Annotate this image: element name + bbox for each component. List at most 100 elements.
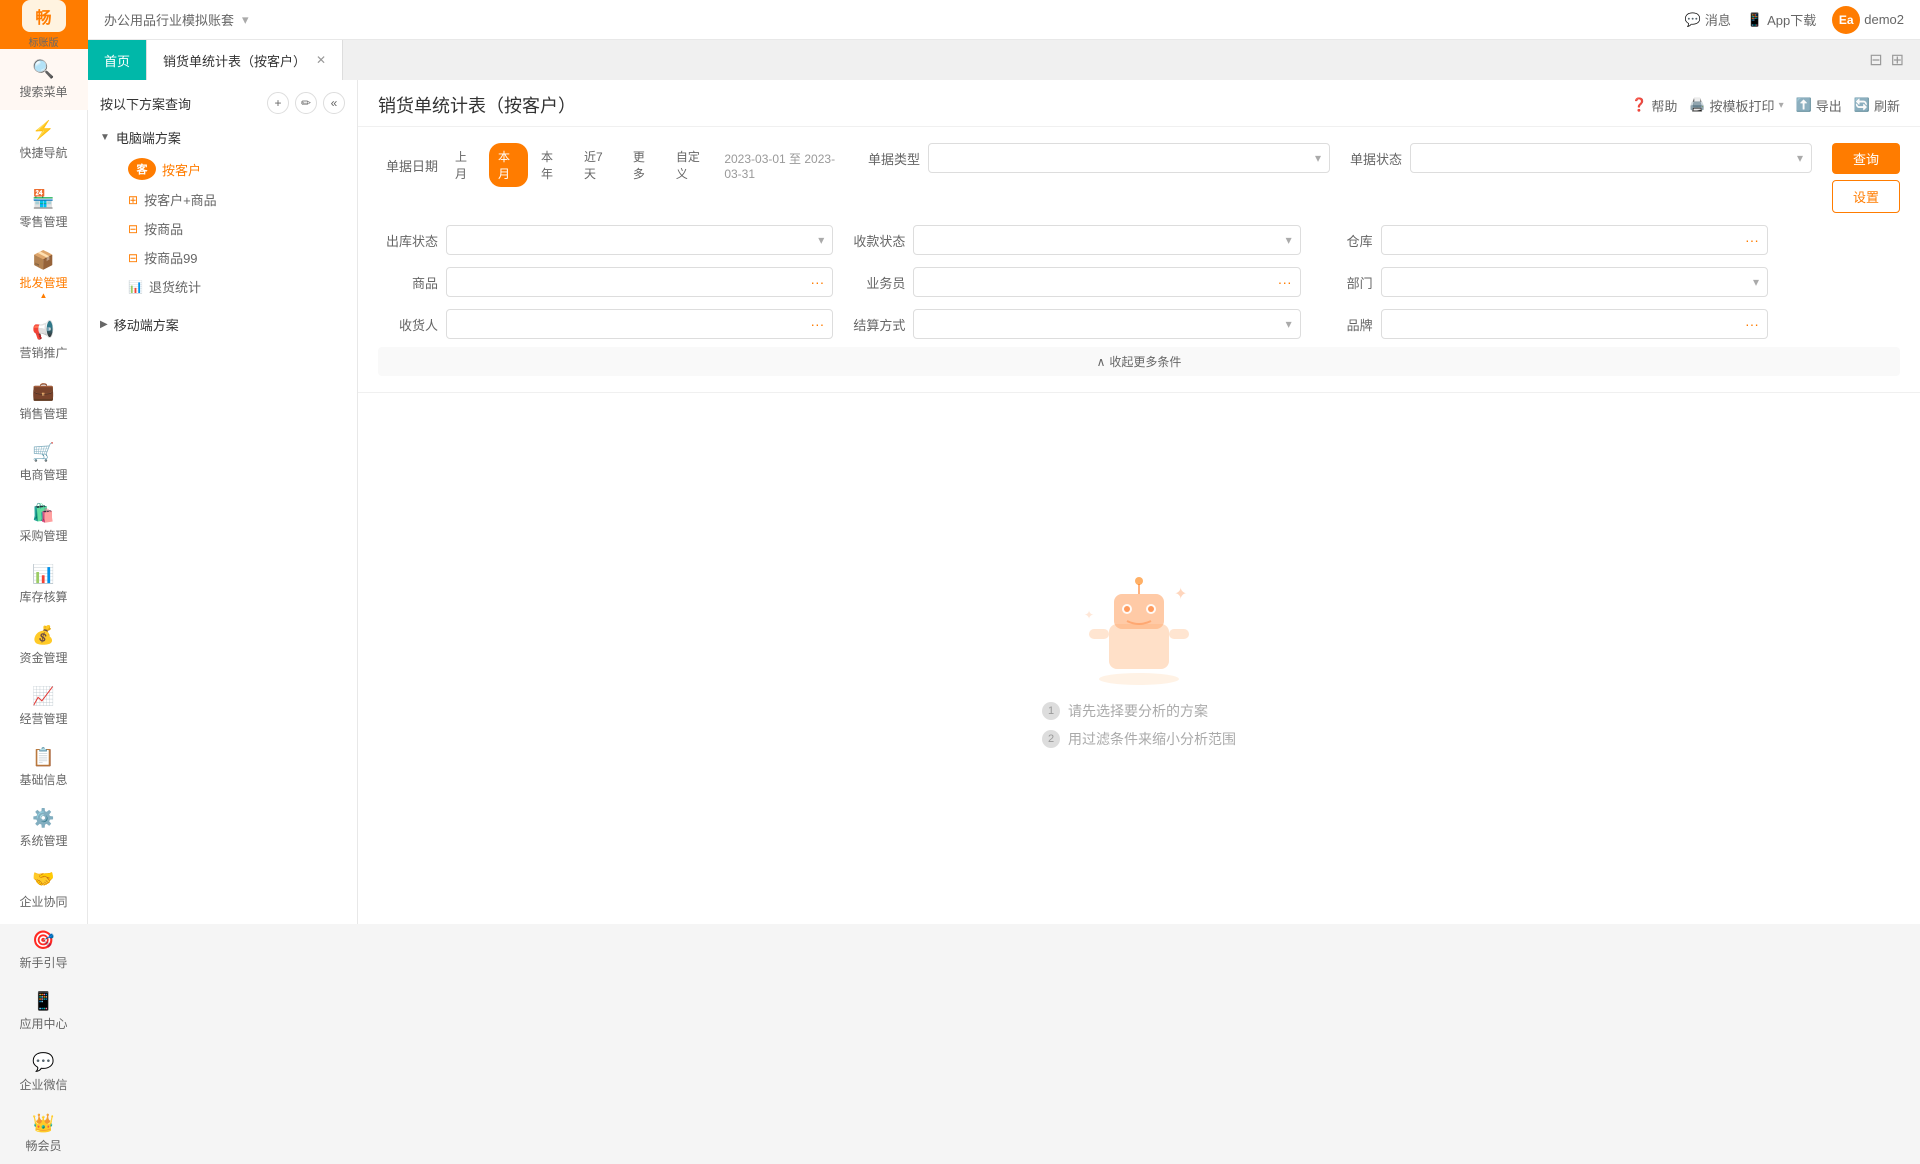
- brand-dots[interactable]: ···: [1745, 316, 1759, 332]
- app-download-btn[interactable]: 📱 App下载: [1747, 10, 1816, 29]
- date-btn-last-month[interactable]: 上月: [446, 143, 485, 187]
- out-status-chevron: ▾: [818, 233, 824, 247]
- add-scheme-btn[interactable]: +: [267, 92, 289, 114]
- sidebar-item-app-center-label: 应用中心: [19, 1015, 67, 1032]
- sidebar-item-purchase[interactable]: 🛍️ 采购管理: [0, 493, 88, 554]
- sidebar-item-cooperation[interactable]: 🤝 企业协同: [0, 859, 88, 920]
- edit-scheme-btn[interactable]: ✏: [295, 92, 317, 114]
- date-btn-more[interactable]: 更多: [624, 143, 663, 187]
- tree-item-by-customer[interactable]: 客 按客户: [100, 153, 345, 185]
- empty-state: ✦ ✦ 1 请先选择要分析的方案 2 用过滤条件来缩小分析范围: [358, 393, 1920, 924]
- goods-select[interactable]: ···: [446, 267, 833, 297]
- salesperson-dots[interactable]: ···: [1278, 274, 1292, 290]
- brand-select[interactable]: ···: [1381, 309, 1768, 339]
- tree-item-return-stats-label: 退货统计: [149, 277, 201, 296]
- tab-bar: 首页 销货单统计表（按客户） ✕ ⊟ ⊞: [88, 40, 1920, 80]
- date-btn-this-year[interactable]: 本年: [532, 143, 571, 187]
- by-customer-goods-icon: ⊞: [128, 193, 138, 207]
- sidebar-item-operations[interactable]: 📈 经营管理: [0, 676, 88, 737]
- warehouse-dots[interactable]: ···: [1745, 232, 1759, 248]
- settlement-select[interactable]: ▾: [913, 309, 1300, 339]
- sidebar-item-retail-label: 零售管理: [19, 213, 67, 230]
- message-btn[interactable]: 💬 消息: [1685, 10, 1731, 29]
- query-btn[interactable]: 查询: [1832, 143, 1900, 174]
- refresh-icon: 🔄: [1854, 97, 1870, 113]
- goods-dots[interactable]: ···: [810, 274, 824, 290]
- sidebar-item-ecommerce[interactable]: 🛒 电商管理: [0, 432, 88, 493]
- salesperson-filter: 业务员 ···: [845, 267, 1300, 297]
- export-btn[interactable]: ⬆️ 导出: [1796, 96, 1842, 115]
- tab-sales-stats[interactable]: 销货单统计表（按客户） ✕: [147, 40, 343, 80]
- sidebar-item-search[interactable]: 🔍 搜索菜单: [0, 49, 88, 110]
- refresh-btn[interactable]: 🔄 刷新: [1854, 96, 1900, 115]
- tree-desktop-parent[interactable]: ▼ 电脑端方案: [100, 122, 345, 153]
- tab-home[interactable]: 首页: [88, 40, 147, 80]
- order-status-chevron: ▾: [1797, 151, 1803, 165]
- export-icon: ⬆️: [1796, 97, 1812, 113]
- date-btn-custom[interactable]: 自定义: [667, 143, 717, 187]
- search-icon: 🔍: [32, 59, 54, 80]
- sidebar-item-new-guide-label: 新手引导: [19, 954, 67, 971]
- app-logo[interactable]: 畅 标账版: [0, 0, 88, 49]
- receive-status-label: 收款状态: [845, 231, 905, 250]
- sidebar-item-new-guide[interactable]: 🎯 新手引导: [0, 920, 88, 981]
- filter-row-3: 商品 ··· 业务员 ··· 部门: [378, 267, 1900, 297]
- sidebar-item-cooperation-label: 企业协同: [19, 893, 67, 910]
- sidebar-item-enterprise-wechat[interactable]: 💬 企业微信: [0, 1042, 88, 1103]
- filter-row-4: 收货人 ··· 结算方式 ▾ 品牌: [378, 309, 1900, 339]
- settings-btn[interactable]: 设置: [1832, 180, 1900, 213]
- sidebar-item-quick-nav-label: 快捷导航: [19, 144, 67, 161]
- date-btn-this-month[interactable]: 本月: [489, 143, 528, 187]
- user-area[interactable]: Ea demo2: [1832, 6, 1904, 34]
- sidebar-item-app-center[interactable]: 📱 应用中心: [0, 981, 88, 1042]
- receiver-dots[interactable]: ···: [810, 316, 824, 332]
- minimize-icon[interactable]: ⊟: [1869, 50, 1882, 70]
- operations-icon: 📈: [32, 686, 54, 707]
- maximize-icon[interactable]: ⊞: [1891, 50, 1904, 70]
- collapse-more-conditions-btn[interactable]: ∧ 收起更多条件: [378, 347, 1900, 376]
- sidebar-item-basic-info[interactable]: 📋 基础信息: [0, 737, 88, 798]
- out-status-select[interactable]: ▾: [446, 225, 833, 255]
- salesperson-select[interactable]: ···: [913, 267, 1300, 297]
- filter-row-2: 出库状态 ▾ 收款状态 ▾ 仓库: [378, 225, 1900, 255]
- user-name: demo2: [1864, 12, 1904, 27]
- page-title-bar: 销货单统计表（按客户） ❓ 帮助 🖨️ 按模板打印 ▾ ⬆️ 导出: [358, 80, 1920, 127]
- receive-status-select[interactable]: ▾: [913, 225, 1300, 255]
- tree-item-by-goods-99[interactable]: ⊟ 按商品99: [100, 243, 345, 272]
- cooperation-icon: 🤝: [32, 869, 54, 890]
- sidebar-item-quick-nav[interactable]: ⚡ 快捷导航: [0, 110, 88, 171]
- sidebar-item-wholesale[interactable]: 📦 批发管理 ▲: [0, 240, 88, 310]
- receiver-select[interactable]: ···: [446, 309, 833, 339]
- tree-item-by-customer-goods[interactable]: ⊞ 按客户+商品: [100, 185, 345, 214]
- left-panel-title: 按以下方案查询: [100, 94, 191, 113]
- header-breadcrumb-area: 办公用品行业模拟账套 ▾: [104, 10, 249, 29]
- tree-item-by-goods[interactable]: ⊟ 按商品: [100, 214, 345, 243]
- date-btn-last-7days[interactable]: 近7天: [575, 143, 620, 187]
- by-goods-icon: ⊟: [128, 222, 138, 236]
- department-select[interactable]: ▾: [1381, 267, 1768, 297]
- message-icon: 💬: [1685, 12, 1701, 28]
- sidebar-item-inventory[interactable]: 📊 库存核算: [0, 554, 88, 615]
- sidebar-item-member[interactable]: 👑 畅会员: [0, 1103, 88, 1164]
- collapse-panel-btn[interactable]: «: [323, 92, 345, 114]
- sidebar-item-finance[interactable]: 💰 资金管理: [0, 615, 88, 676]
- department-filter: 部门 ▾: [1313, 267, 1768, 297]
- sidebar-item-system[interactable]: ⚙️ 系统管理: [0, 798, 88, 859]
- breadcrumb-dropdown-icon[interactable]: ▾: [242, 12, 249, 28]
- sales-icon: 💼: [32, 381, 54, 402]
- template-print-btn[interactable]: 🖨️ 按模板打印 ▾: [1689, 96, 1783, 115]
- tree-mobile-parent[interactable]: ▶ 移动端方案: [100, 309, 345, 340]
- help-btn[interactable]: ❓ 帮助: [1631, 96, 1677, 115]
- tab-close-icon[interactable]: ✕: [316, 53, 326, 67]
- sidebar-item-sales[interactable]: 💼 销售管理: [0, 371, 88, 432]
- sidebar-item-marketing[interactable]: 📢 营销推广: [0, 310, 88, 371]
- order-type-select[interactable]: ▾: [928, 143, 1330, 173]
- order-type-chevron: ▾: [1315, 151, 1321, 165]
- purchase-icon: 🛍️: [32, 503, 54, 524]
- order-status-select[interactable]: ▾: [1410, 143, 1812, 173]
- tree-item-return-stats[interactable]: 📊 退货统计: [100, 272, 345, 301]
- warehouse-select[interactable]: ···: [1381, 225, 1768, 255]
- receiver-filter: 收货人 ···: [378, 309, 833, 339]
- date-range-text: 2023-03-01 至 2023-03-31: [724, 150, 848, 181]
- sidebar-item-retail[interactable]: 🏪 零售管理: [0, 179, 88, 240]
